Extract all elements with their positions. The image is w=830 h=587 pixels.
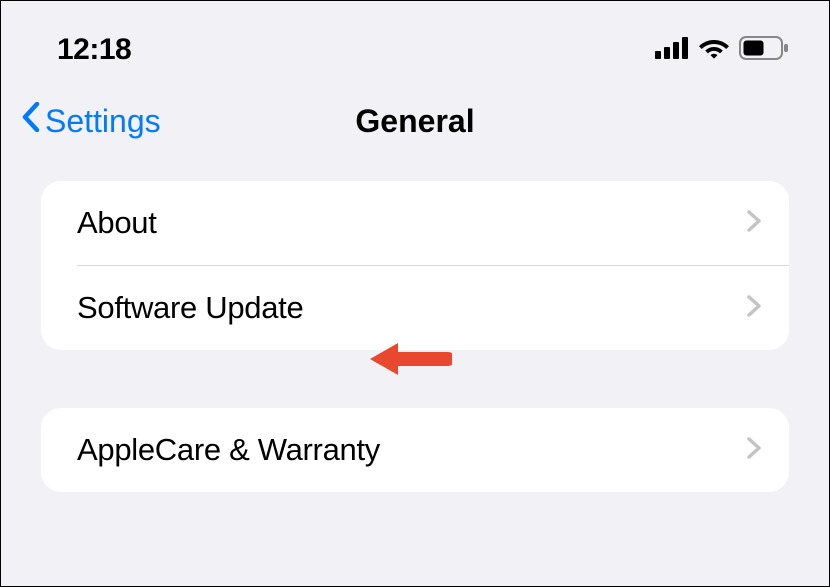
cellular-icon [655,37,689,64]
nav-bar: Settings General [1,71,829,161]
back-button[interactable]: Settings [21,102,161,140]
row-software-update[interactable]: Software Update [41,266,789,350]
status-bar: 12:18 [1,1,829,71]
nav-title: General [355,103,474,140]
row-about[interactable]: About [41,181,789,265]
battery-icon [739,36,789,65]
status-icons [655,36,789,65]
row-applecare-warranty[interactable]: AppleCare & Warranty [41,408,789,492]
content: About Software Update AppleCare & Warran… [1,161,829,492]
wifi-icon [699,37,729,64]
settings-group: AppleCare & Warranty [41,408,789,492]
status-time: 12:18 [57,33,131,67]
back-label: Settings [45,103,161,140]
row-label: About [77,205,157,241]
chevron-right-icon [747,295,761,322]
chevron-right-icon [747,437,761,464]
row-label: AppleCare & Warranty [77,432,380,468]
row-label: Software Update [77,290,303,326]
chevron-right-icon [747,210,761,237]
chevron-left-icon [21,102,41,140]
settings-group: About Software Update [41,181,789,350]
